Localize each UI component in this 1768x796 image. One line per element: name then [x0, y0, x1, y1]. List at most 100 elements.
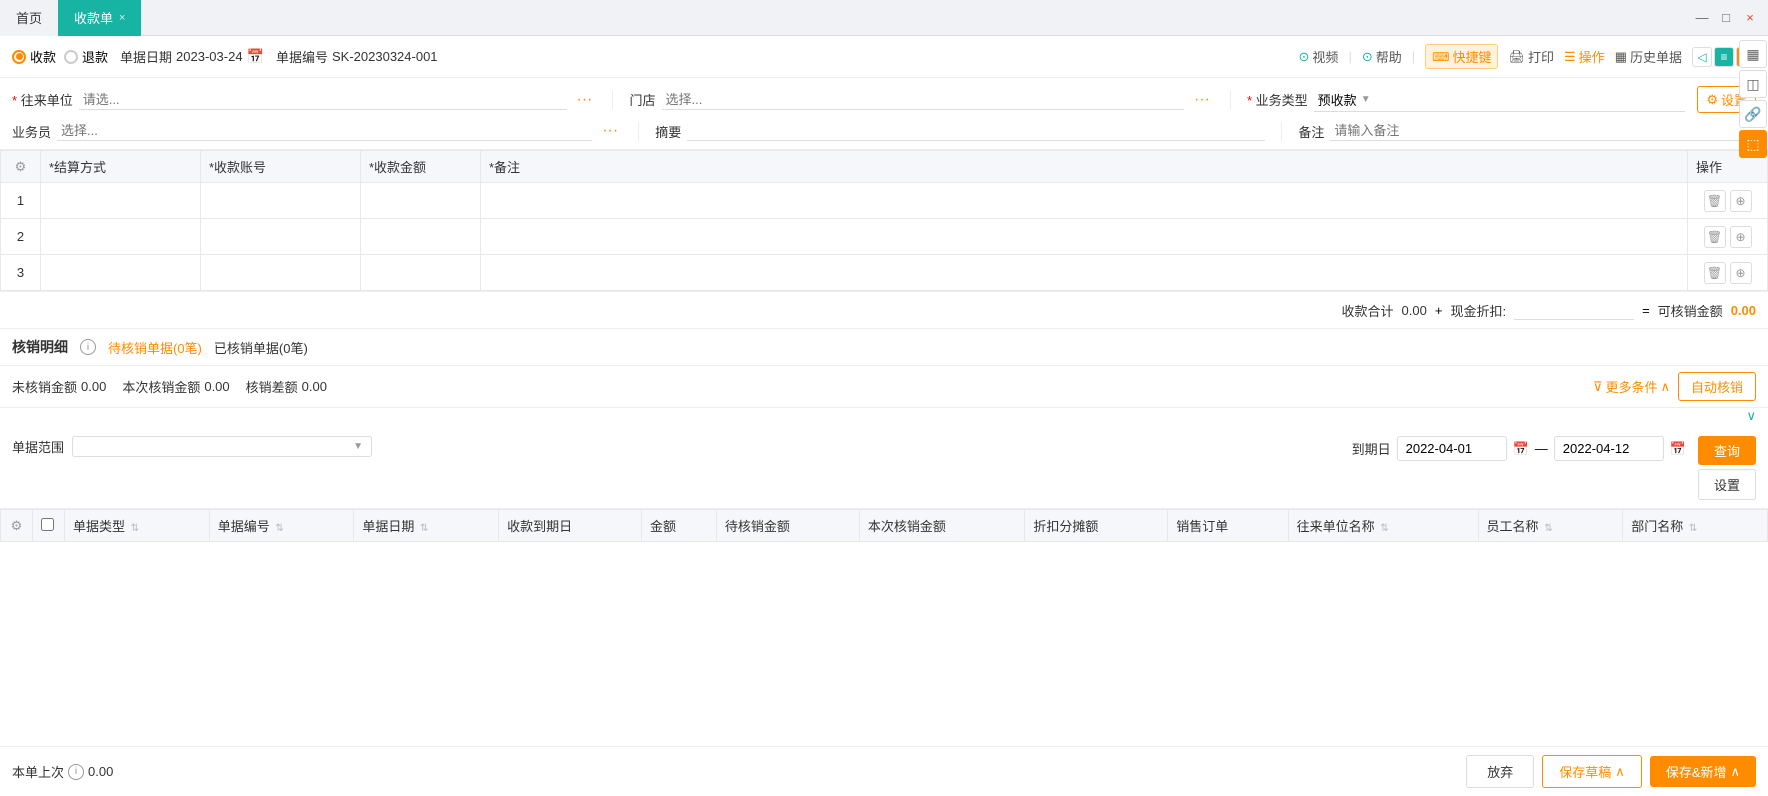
current-verif-stat: 本次核销金额 0.00 — [122, 377, 229, 396]
info-icon-footer[interactable]: i — [68, 764, 84, 780]
sidebar-expand-icon[interactable]: ⬚ — [1739, 130, 1767, 158]
tab-close-icon[interactable]: × — [119, 12, 125, 24]
calendar-start-icon[interactable]: 📅 — [1513, 441, 1529, 457]
maximize-button[interactable]: □ — [1716, 8, 1736, 28]
save-draft-button[interactable]: 保存草稿 ∧ — [1542, 755, 1642, 788]
divider-1 — [612, 90, 613, 110]
filter-settings-button[interactable]: 设置 — [1698, 469, 1756, 500]
row-amount-1[interactable] — [361, 183, 481, 219]
operation-label: 操作 — [1579, 47, 1605, 66]
salesperson-more-btn[interactable]: ··· — [598, 122, 622, 140]
row-action-1: 🗑 ⊕ — [1688, 183, 1768, 219]
divider-4 — [1281, 121, 1282, 141]
verif-info-icon[interactable]: i — [80, 339, 96, 355]
row-account-3[interactable] — [201, 255, 361, 291]
nav-list-btn[interactable]: ≡ — [1714, 47, 1734, 67]
bottom-col-checkbox — [33, 510, 65, 542]
business-type-value: 预收款 — [1318, 90, 1357, 109]
bottom-col-sales-order: 销售订单 — [1168, 510, 1288, 542]
window-controls: — □ × — [1692, 8, 1768, 28]
calendar-end-icon[interactable]: 📅 — [1670, 441, 1686, 457]
summary-input[interactable] — [687, 121, 1265, 141]
business-type-select[interactable]: 预收款 ▼ — [1314, 88, 1686, 112]
row-remark-1[interactable] — [481, 183, 1688, 219]
radio-refund[interactable]: 退款 — [64, 47, 108, 66]
query-button[interactable]: 查询 — [1698, 436, 1756, 465]
row-copy-btn-3[interactable]: ⊕ — [1730, 262, 1752, 284]
summary-row: 收款合计 0.00 + 现金折扣: = 可核销金额 0.00 — [0, 292, 1768, 329]
done-tab[interactable]: 已核销单据(0笔) — [214, 338, 308, 357]
auto-verif-button[interactable]: 自动核销 — [1678, 372, 1756, 401]
counterpart-label: * 往来单位 — [12, 90, 73, 109]
row-amount-2[interactable] — [361, 219, 481, 255]
date-end-input[interactable] — [1554, 436, 1664, 461]
row-settle-2[interactable] — [41, 219, 201, 255]
row-copy-btn-1[interactable]: ⊕ — [1730, 190, 1752, 212]
row-delete-btn-1[interactable]: 🗑 — [1704, 190, 1726, 212]
close-button[interactable]: × — [1740, 8, 1760, 28]
footer-bar: 本单上次 i 0.00 放弃 保存草稿 ∧ 保存&新增 ∧ — [0, 746, 1768, 796]
calendar-icon[interactable]: 📅 — [247, 48, 264, 65]
row-amount-3[interactable] — [361, 255, 481, 291]
save-new-button[interactable]: 保存&新增 ∧ — [1650, 756, 1756, 787]
row-settle-3[interactable] — [41, 255, 201, 291]
row-account-1[interactable] — [201, 183, 361, 219]
salesperson-input[interactable] — [57, 121, 592, 141]
shop-more-btn[interactable]: ··· — [1190, 91, 1214, 109]
discount-input[interactable] — [1514, 300, 1634, 320]
table-section: ⚙ *结算方式 *收款账号 *收款金额 *备注 操作 — [0, 150, 1768, 292]
summary-field: 摘要 — [655, 121, 1265, 141]
form-row-1: * 往来单位 ··· 门店 ··· * 业务类型 预 — [12, 86, 1756, 113]
video-btn[interactable]: ⊙ 视频 — [1299, 47, 1339, 66]
operation-btn[interactable]: ☰ 操作 — [1564, 47, 1605, 66]
footer-last-order: 本单上次 i 0.00 — [12, 762, 113, 781]
verification-header: 核销明细 i 待核销单据(0笔) 已核销单据(0笔) — [0, 329, 1768, 366]
range-select[interactable]: ▼ — [72, 436, 372, 457]
shortcut-label: 快捷键 — [1452, 47, 1491, 66]
radio-receive-circle — [12, 50, 26, 64]
tab-home[interactable]: 首页 — [0, 0, 58, 36]
sidebar-table-icon[interactable]: ▦ — [1739, 40, 1767, 68]
verification-table: ⚙ 单据类型 ⇅ 单据编号 ⇅ — [0, 509, 1768, 542]
remark-input[interactable] — [1330, 121, 1756, 141]
row-settle-1[interactable] — [41, 183, 201, 219]
video-label: 视频 — [1312, 47, 1338, 66]
collapse-icon[interactable]: ∨ — [1746, 408, 1756, 424]
sidebar-doc-icon[interactable]: ◫ — [1739, 70, 1767, 98]
pending-tab[interactable]: 待核销单据(0笔) — [108, 338, 202, 357]
abandon-button[interactable]: 放弃 — [1466, 755, 1534, 788]
row-delete-btn-2[interactable]: 🗑 — [1704, 226, 1726, 248]
shop-input[interactable] — [662, 90, 1184, 110]
counterpart-input[interactable] — [79, 90, 567, 110]
current-verif-label: 本次核销金额 — [122, 377, 200, 396]
more-conditions-btn[interactable]: ⊽ 更多条件 ∧ — [1593, 377, 1670, 396]
tab-active[interactable]: 收款单 × — [58, 0, 141, 36]
row-account-2[interactable] — [201, 219, 361, 255]
minimize-button[interactable]: — — [1692, 8, 1712, 28]
print-btn[interactable]: 🖨 打印 — [1508, 47, 1554, 66]
salesperson-field: 业务员 ··· — [12, 121, 622, 141]
collect-total-value: 0.00 — [1402, 303, 1427, 318]
row-remark-2[interactable] — [481, 219, 1688, 255]
shortcut-btn[interactable]: ⌨ 快捷键 — [1425, 44, 1498, 69]
row-delete-btn-3[interactable]: 🗑 — [1704, 262, 1726, 284]
shop-label: 门店 — [629, 90, 655, 109]
nav-prev-btn[interactable]: ◁ — [1692, 47, 1712, 67]
bottom-col-dept: 部门名称 ⇅ — [1623, 510, 1768, 542]
date-start-input[interactable] — [1397, 436, 1507, 461]
help-label: 帮助 — [1376, 47, 1402, 66]
summary-label: 摘要 — [655, 122, 681, 141]
history-btn[interactable]: ▦ 历史单据 — [1615, 47, 1682, 66]
help-btn[interactable]: ⊙ 帮助 — [1362, 47, 1402, 66]
sidebar-link-icon[interactable]: 🔗 — [1739, 100, 1767, 128]
radio-receive[interactable]: 收款 — [12, 47, 56, 66]
counterpart-more-btn[interactable]: ··· — [573, 91, 597, 109]
table-row: 2 🗑 ⊕ — [1, 219, 1768, 255]
bottom-col-date: 单据日期 ⇅ — [354, 510, 499, 542]
col-amount-header: *收款金额 — [361, 151, 481, 183]
select-all-checkbox[interactable] — [41, 518, 54, 531]
row-remark-3[interactable] — [481, 255, 1688, 291]
row-index-3: 3 — [1, 255, 41, 291]
main-container: 收款 退款 单据日期 2023-03-24 📅 单据编号 SK-20230324… — [0, 36, 1768, 796]
row-copy-btn-2[interactable]: ⊕ — [1730, 226, 1752, 248]
